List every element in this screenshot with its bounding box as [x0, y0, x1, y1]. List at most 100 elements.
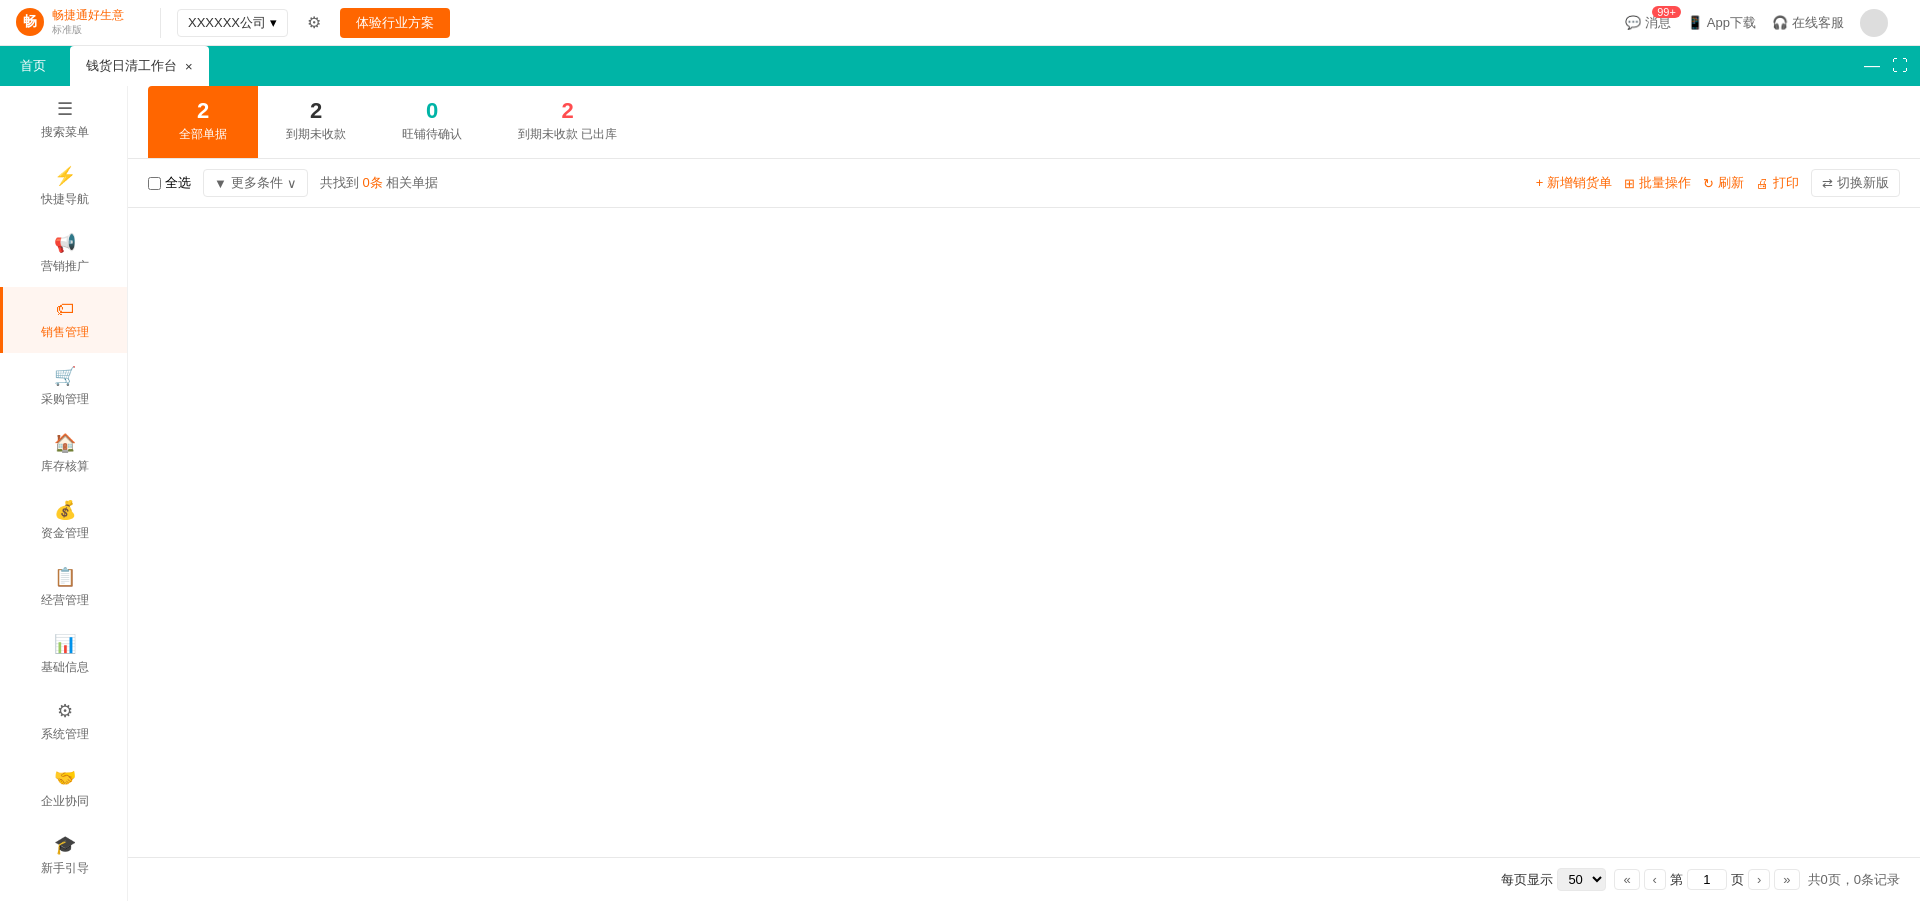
enterprise-icon: 🤝 — [54, 767, 76, 789]
avatar[interactable] — [1860, 9, 1888, 37]
refresh-button[interactable]: ↻ 刷新 — [1703, 174, 1744, 192]
sidebar-item-operations[interactable]: 📋 经营管理 — [0, 554, 127, 621]
stat-label-wangpu: 旺铺待确认 — [402, 126, 462, 143]
logo-icon: 畅 — [16, 8, 44, 36]
logo-divider — [160, 8, 161, 38]
first-page-button[interactable]: « — [1614, 869, 1639, 890]
sidebar-item-appstore[interactable]: 📦 应用中心 — [0, 889, 127, 901]
sidebar: ☰ 搜索菜单 ⚡ 快捷导航 📢 营销推广 🏷 销售管理 🛒 采购管理 🏠 库存核… — [0, 86, 128, 901]
sidebar-item-label-purchase: 采购管理 — [41, 391, 89, 408]
message-button[interactable]: 💬 消息 99+ — [1625, 14, 1671, 32]
logo-text-area: 畅捷通好生意 标准版 — [52, 8, 124, 36]
sidebar-item-system[interactable]: ⚙ 系统管理 — [0, 688, 127, 755]
sidebar-item-marketing[interactable]: 📢 营销推广 — [0, 220, 127, 287]
page-size-select: 每页显示 50 — [1501, 868, 1606, 891]
operations-icon: 📋 — [54, 566, 76, 588]
found-prefix: 共找到 — [320, 175, 359, 190]
refresh-icon: ↻ — [1703, 176, 1714, 191]
tab-bar-actions: — ⛶ — [1864, 57, 1920, 75]
expand-icon[interactable]: ⛶ — [1892, 57, 1908, 75]
filter-dropdown-icon: ∨ — [287, 176, 297, 191]
logo-text: 畅捷通好生意 — [52, 8, 124, 22]
stat-num-overdue: 2 — [310, 98, 322, 124]
stat-label-overdue: 到期未收款 — [286, 126, 346, 143]
minimize-icon[interactable]: — — [1864, 57, 1880, 75]
found-text: 共找到 0条 相关单据 — [320, 174, 438, 192]
sidebar-item-label-finance: 资金管理 — [41, 525, 89, 542]
sidebar-item-guide[interactable]: 🎓 新手引导 — [0, 822, 127, 889]
toolbar: 全选 ▼ 更多条件 ∨ 共找到 0条 相关单据 + 新增销货单 ⊞ 批量操作 — [128, 159, 1920, 208]
settings-icon[interactable]: ⚙ — [300, 9, 328, 37]
stat-label-all: 全部单据 — [179, 126, 227, 143]
page-nav: « ‹ 第 页 › » — [1614, 869, 1799, 890]
sidebar-item-inventory[interactable]: 🏠 库存核算 — [0, 420, 127, 487]
switch-version-button[interactable]: ⇄ 切换新版 — [1811, 169, 1900, 197]
logo-area: 畅 畅捷通好生意 标准版 — [16, 8, 144, 36]
tab-bar: 首页 钱货日清工作台 × — ⛶ — [0, 46, 1920, 86]
batch-button[interactable]: ⊞ 批量操作 — [1624, 174, 1691, 192]
sidebar-item-basicinfo[interactable]: 📊 基础信息 — [0, 621, 127, 688]
header-right: 💬 消息 99+ 📱 App下载 🎧 在线客服 — [1625, 9, 1904, 37]
company-name: XXXXXX公司 — [188, 14, 266, 32]
online-service-button[interactable]: 🎧 在线客服 — [1772, 14, 1844, 32]
page-label: 第 — [1670, 871, 1683, 889]
sidebar-item-enterprise[interactable]: 🤝 企业协同 — [0, 755, 127, 822]
switch-label: 切换新版 — [1837, 174, 1889, 192]
sidebar-item-label-operations: 经营管理 — [41, 592, 89, 609]
toolbar-left: 全选 ▼ 更多条件 ∨ 共找到 0条 相关单据 — [148, 169, 1524, 197]
table-area — [128, 208, 1920, 857]
print-button[interactable]: 🖨 打印 — [1756, 174, 1799, 192]
marketing-icon: 📢 — [54, 232, 76, 254]
tab-home[interactable]: 首页 — [0, 46, 66, 86]
finance-icon: 💰 — [54, 499, 76, 521]
found-suffix: 相关单据 — [386, 175, 438, 190]
per-page-selector[interactable]: 50 — [1557, 868, 1606, 891]
stat-tab-overdue[interactable]: 2 到期未收款 — [258, 86, 374, 158]
per-page-label: 每页显示 — [1501, 871, 1553, 889]
app-download-button[interactable]: 📱 App下载 — [1687, 14, 1756, 32]
message-badge: 99+ — [1652, 6, 1681, 18]
pagination: 每页显示 50 « ‹ 第 页 › » 共0页，0条记录 — [128, 857, 1920, 901]
toolbar-right: + 新增销货单 ⊞ 批量操作 ↻ 刷新 🖨 打印 ⇄ 切换新版 — [1536, 169, 1900, 197]
last-page-button[interactable]: » — [1774, 869, 1799, 890]
stat-num-wangpu: 0 — [426, 98, 438, 124]
logo-sub: 标准版 — [52, 23, 124, 37]
page-total: 共0页，0条记录 — [1808, 871, 1900, 889]
sidebar-item-quicknav[interactable]: ⚡ 快捷导航 — [0, 153, 127, 220]
next-page-button[interactable]: › — [1748, 869, 1770, 890]
sidebar-item-sales[interactable]: 🏷 销售管理 — [0, 287, 127, 353]
sidebar-item-label-search: 搜索菜单 — [41, 124, 89, 141]
system-icon: ⚙ — [57, 700, 73, 722]
sidebar-item-label-marketing: 营销推广 — [41, 258, 89, 275]
main-layout: ☰ 搜索菜单 ⚡ 快捷导航 📢 营销推广 🏷 销售管理 🛒 采购管理 🏠 库存核… — [0, 86, 1920, 901]
select-all-input[interactable] — [148, 177, 161, 190]
filter-icon: ▼ — [214, 176, 227, 191]
select-all-label: 全选 — [165, 174, 191, 192]
download-icon: 📱 — [1687, 15, 1703, 30]
page-suffix: 页 — [1731, 871, 1744, 889]
stat-label-shipped: 到期未收款 已出库 — [518, 126, 617, 143]
stat-tab-wangpu[interactable]: 0 旺铺待确认 — [374, 86, 490, 158]
add-sale-button[interactable]: + 新增销货单 — [1536, 174, 1612, 192]
app-download-label: App下载 — [1707, 14, 1756, 32]
company-selector[interactable]: XXXXXX公司 ▾ — [177, 9, 288, 37]
sidebar-item-finance[interactable]: 💰 资金管理 — [0, 487, 127, 554]
stats-tabs: 2 全部单据 2 到期未收款 0 旺铺待确认 2 到期未收款 已出库 — [128, 86, 1920, 159]
page-input[interactable] — [1687, 869, 1727, 890]
trial-button[interactable]: 体验行业方案 — [340, 8, 450, 38]
tab-active[interactable]: 钱货日清工作台 × — [70, 46, 209, 86]
sidebar-item-search[interactable]: ☰ 搜索菜单 — [0, 86, 127, 153]
print-icon: 🖨 — [1756, 176, 1769, 191]
sidebar-item-label-system: 系统管理 — [41, 726, 89, 743]
sidebar-item-purchase[interactable]: 🛒 采购管理 — [0, 353, 127, 420]
prev-page-button[interactable]: ‹ — [1644, 869, 1666, 890]
stat-tab-shipped[interactable]: 2 到期未收款 已出库 — [490, 86, 645, 158]
select-all-checkbox[interactable]: 全选 — [148, 174, 191, 192]
batch-icon: ⊞ — [1624, 176, 1635, 191]
stat-tab-all[interactable]: 2 全部单据 — [148, 86, 258, 158]
online-service-label: 在线客服 — [1792, 14, 1844, 32]
filter-button[interactable]: ▼ 更多条件 ∨ — [203, 169, 308, 197]
sidebar-item-label-quicknav: 快捷导航 — [41, 191, 89, 208]
purchase-icon: 🛒 — [54, 365, 76, 387]
tab-close-icon[interactable]: × — [185, 59, 193, 74]
